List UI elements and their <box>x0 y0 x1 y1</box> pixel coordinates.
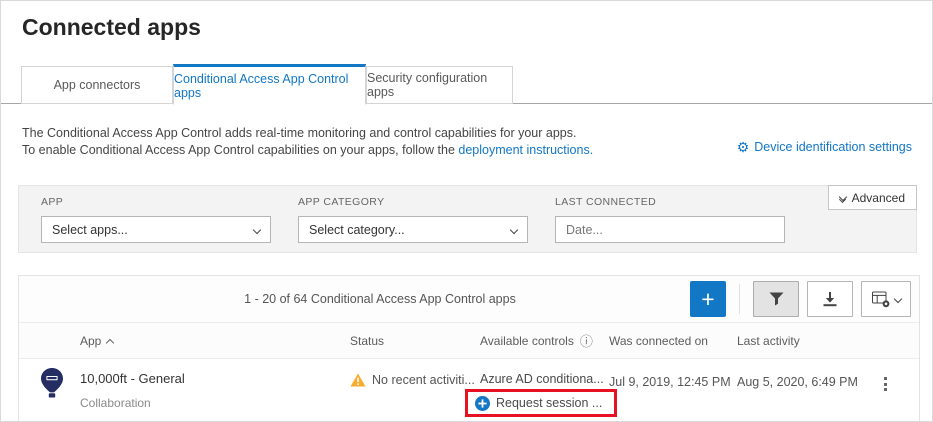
column-header-status[interactable]: Status <box>350 334 384 348</box>
table-row[interactable]: 10,000ft - General Collaboration No rece… <box>19 359 919 421</box>
toolbar-divider <box>739 284 740 314</box>
connected-apps-page: Connected apps App connectors Conditiona… <box>0 0 933 422</box>
column-header-app[interactable]: App <box>80 334 115 348</box>
info-icon[interactable]: ⓘ <box>580 335 593 348</box>
was-connected-on-value: Jul 9, 2019, 12:45 PM <box>609 375 731 389</box>
column-header-was-connected-on[interactable]: Was connected on <box>609 334 708 348</box>
tab-security-configuration-apps[interactable]: Security configuration apps <box>366 66 513 104</box>
intro-line-2: To enable Conditional Access App Control… <box>22 142 593 159</box>
sort-ascending-icon <box>106 338 115 347</box>
advanced-label: Advanced <box>851 190 905 205</box>
last-connected-placeholder: Date... <box>566 222 603 237</box>
filter-group-last-connected: LAST CONNECTED Date... <box>555 196 785 243</box>
filter-group-app: APP Select apps... <box>41 196 271 243</box>
status-cell: No recent activiti... <box>350 373 475 387</box>
table-settings-icon <box>871 291 889 307</box>
deployment-instructions-link[interactable]: deployment instructions. <box>458 143 593 157</box>
last-activity-value: Aug 5, 2020, 6:49 PM <box>737 375 858 389</box>
red-annotation-highlight: Request session ... <box>465 389 617 417</box>
chevron-down-icon <box>509 225 519 234</box>
tab-label: Security configuration apps <box>367 71 488 99</box>
table-header-row: App Status Available controls ⓘ Was conn… <box>19 323 919 359</box>
results-count: 1 - 20 of 64 Conditional Access App Cont… <box>244 292 516 306</box>
filter-group-app-category: APP CATEGORY Select category... <box>298 196 528 243</box>
chevron-down-icon <box>893 294 902 304</box>
column-label: Was connected on <box>609 334 708 348</box>
warning-icon <box>350 373 366 387</box>
filter-label-last-connected: LAST CONNECTED <box>555 196 657 208</box>
device-settings-label: Device identification settings <box>754 140 912 154</box>
device-identification-settings-link[interactable]: ⚙ Device identification settings <box>737 140 912 154</box>
gear-icon: ⚙ <box>736 139 750 155</box>
toolbar-actions: + <box>690 281 911 317</box>
intro-text: The Conditional Access App Control adds … <box>22 125 593 159</box>
app-category: Collaboration <box>80 396 151 410</box>
tab-app-connectors[interactable]: App connectors <box>21 66 173 104</box>
download-icon <box>823 291 837 306</box>
status-text: No recent activiti... <box>372 373 475 387</box>
column-header-last-activity[interactable]: Last activity <box>737 334 800 348</box>
double-chevron-down-icon <box>838 192 847 203</box>
column-label: Status <box>350 334 385 348</box>
chevron-down-icon <box>252 225 262 234</box>
tab-label: App connectors <box>53 78 141 92</box>
add-app-button[interactable]: + <box>690 281 726 317</box>
add-circle-icon[interactable] <box>475 395 490 411</box>
column-label: Available controls <box>480 334 574 348</box>
table-toolbar: 1 - 20 of 64 Conditional Access App Cont… <box>19 276 919 323</box>
app-category-filter-select[interactable]: Select category... <box>298 216 528 243</box>
column-header-available-controls[interactable]: Available controls ⓘ <box>480 334 593 348</box>
export-download-button[interactable] <box>807 281 853 317</box>
filter-toggle-button[interactable] <box>753 281 799 317</box>
advanced-filters-button[interactable]: Advanced <box>827 185 917 210</box>
available-control-conditional-access[interactable]: Azure AD conditiona... <box>480 372 604 386</box>
app-name[interactable]: 10,000ft - General <box>80 371 185 386</box>
filter-label-app-category: APP CATEGORY <box>298 196 385 208</box>
intro-line-1: The Conditional Access App Control adds … <box>22 126 577 140</box>
page-title: Connected apps <box>22 14 201 40</box>
app-filter-value: Select apps... <box>52 222 128 237</box>
column-label: Last activity <box>737 334 800 348</box>
column-label: App <box>80 334 102 348</box>
tab-strip: App connectors Conditional Access App Co… <box>1 63 932 105</box>
funnel-icon <box>769 292 783 306</box>
app-logo-balloon-icon <box>41 368 63 403</box>
tab-label: Conditional Access App Control apps <box>174 71 349 100</box>
tab-conditional-access-app-control-apps[interactable]: Conditional Access App Control apps <box>173 64 366 105</box>
intro-line-2-prefix: To enable Conditional Access App Control… <box>22 143 459 157</box>
apps-table-container: 1 - 20 of 64 Conditional Access App Cont… <box>18 275 920 421</box>
filter-panel: Advanced APP Select apps... APP CATEGORY… <box>18 185 917 253</box>
table-settings-button[interactable] <box>861 281 911 317</box>
request-session-control-link[interactable]: Request session ... <box>496 396 602 410</box>
app-category-filter-value: Select category... <box>309 222 405 237</box>
app-filter-select[interactable]: Select apps... <box>41 216 271 243</box>
filter-label-app: APP <box>41 196 64 208</box>
last-connected-date-input[interactable]: Date... <box>555 216 785 243</box>
row-actions-kebab-menu[interactable] <box>872 371 898 397</box>
